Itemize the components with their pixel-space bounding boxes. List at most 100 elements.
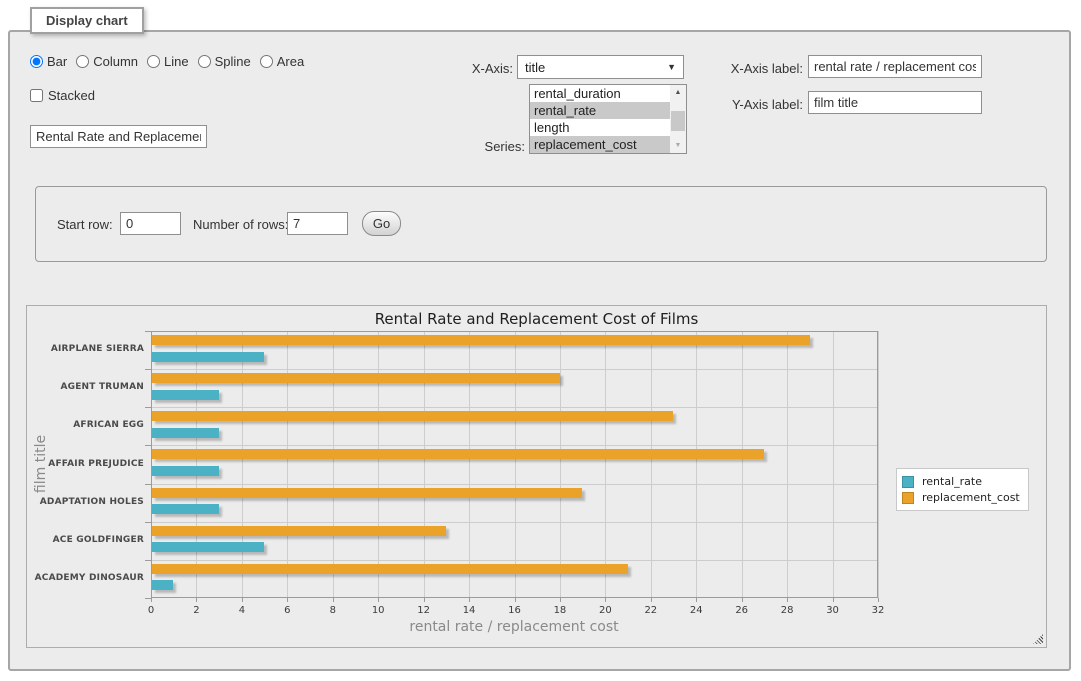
chart-type-radio-bar[interactable] (30, 55, 43, 68)
chart-type-radio-spline[interactable] (198, 55, 211, 68)
gridline (151, 560, 878, 561)
gridline (605, 331, 606, 598)
category-label: AFRICAN EGG (27, 420, 144, 430)
gridline (787, 331, 788, 598)
scrollbar-thumb[interactable] (671, 111, 685, 131)
x-tick-label: 30 (818, 605, 848, 616)
gridline (696, 331, 697, 598)
series-option-replacement_cost[interactable]: replacement_cost (530, 136, 671, 153)
series-options: rental_durationrental_ratelengthreplacem… (530, 85, 686, 153)
chart-type-option-bar[interactable]: Bar (30, 54, 67, 69)
gridline (742, 331, 743, 598)
x-tick-label: 6 (272, 605, 302, 616)
gridline (196, 331, 197, 598)
series-option-rental_rate[interactable]: rental_rate (530, 102, 671, 119)
legend-swatch-rental_rate (902, 476, 914, 488)
gridline (333, 331, 334, 598)
bar-replacement_cost (152, 335, 810, 345)
chart-type-option-line[interactable]: Line (147, 54, 189, 69)
x-tick (378, 598, 379, 602)
gridline (833, 331, 834, 598)
gridline (151, 484, 878, 485)
x-tick (242, 598, 243, 602)
x-tick (878, 598, 879, 602)
resize-grip-icon[interactable] (1033, 634, 1043, 644)
legend-item: rental_rate (902, 474, 1020, 489)
chart-title-input[interactable] (30, 125, 207, 148)
bar-rental_rate (152, 466, 219, 476)
scrollbar-up-icon[interactable]: ▲ (670, 85, 686, 100)
chart-type-radio-label: Spline (215, 54, 251, 69)
category-label: ACADEMY DINOSAUR (27, 573, 144, 583)
chart-type-option-area[interactable]: Area (260, 54, 304, 69)
y-axis-label-input[interactable] (808, 91, 982, 114)
x-tick-label: 24 (681, 605, 711, 616)
x-tick (560, 598, 561, 602)
chart-type-radio-label: Area (277, 54, 304, 69)
bar-rental_rate (152, 352, 264, 362)
gridline (651, 331, 652, 598)
gridline (469, 331, 470, 598)
x-tick-label: 18 (545, 605, 575, 616)
chart-type-option-spline[interactable]: Spline (198, 54, 251, 69)
series-option-rental_duration[interactable]: rental_duration (530, 85, 671, 102)
chart-type-option-column[interactable]: Column (76, 54, 138, 69)
stacked-checkbox[interactable] (30, 89, 43, 102)
chart-type-radio-area[interactable] (260, 55, 273, 68)
bar-replacement_cost (152, 411, 673, 421)
bar-rental_rate (152, 390, 219, 400)
start-row-input[interactable] (120, 212, 181, 235)
x-axis-title: rental rate / replacement cost (409, 619, 618, 635)
chart-type-radio-group[interactable]: Bar Column Line Spline Area (30, 54, 304, 69)
gridline (515, 331, 516, 598)
x-axis-selected-value: title (525, 60, 545, 75)
chart-type-radio-label: Bar (47, 54, 67, 69)
x-tick-label: 10 (363, 605, 393, 616)
x-axis-select[interactable]: title ▼ (517, 55, 684, 79)
category-label: AFFAIR PREJUDICE (27, 459, 144, 469)
number-of-rows-input[interactable] (287, 212, 348, 235)
x-tick (151, 598, 152, 602)
y-tick (145, 369, 151, 370)
stacked-option[interactable]: Stacked (30, 88, 95, 103)
x-tick (833, 598, 834, 602)
scrollbar-down-icon[interactable]: ▼ (670, 138, 686, 153)
chart-type-radio-column[interactable] (76, 55, 89, 68)
series-option-length[interactable]: length (530, 119, 671, 136)
category-label: AGENT TRUMAN (27, 382, 144, 392)
start-row-label: Start row: (57, 217, 113, 232)
x-tick-label: 14 (454, 605, 484, 616)
y-axis-label-field-label: Y-Axis label: (716, 97, 803, 112)
x-tick (696, 598, 697, 602)
bar-rental_rate (152, 428, 219, 438)
x-axis-label-input[interactable] (808, 55, 982, 78)
x-axis-field-label: X-Axis: (430, 61, 513, 76)
gridline (560, 331, 561, 598)
chart-canvas: Rental Rate and Replacement Cost of Film… (26, 305, 1047, 648)
gridline (242, 331, 243, 598)
x-tick-label: 4 (227, 605, 257, 616)
x-tick-label: 8 (318, 605, 348, 616)
x-tick (651, 598, 652, 602)
gridline (287, 331, 288, 598)
x-tick (333, 598, 334, 602)
x-tick (424, 598, 425, 602)
y-tick (145, 560, 151, 561)
legend-item: replacement_cost (902, 490, 1020, 505)
chart-type-radio-label: Column (93, 54, 138, 69)
series-scrollbar[interactable]: ▲ ▼ (670, 85, 686, 153)
gridline (151, 445, 878, 446)
chart-title: Rental Rate and Replacement Cost of Film… (27, 310, 1046, 328)
series-field-label: Series: (440, 139, 525, 154)
row-range-panel (35, 186, 1047, 262)
chart-type-radio-line[interactable] (147, 55, 160, 68)
stacked-label: Stacked (48, 88, 95, 103)
x-tick-label: 0 (136, 605, 166, 616)
gridline (151, 407, 878, 408)
y-tick (145, 484, 151, 485)
x-tick-label: 26 (727, 605, 757, 616)
series-listbox[interactable]: rental_durationrental_ratelengthreplacem… (529, 84, 687, 154)
go-button[interactable]: Go (362, 211, 401, 236)
number-of-rows-label: Number of rows: (193, 217, 288, 232)
gridline (151, 369, 878, 370)
